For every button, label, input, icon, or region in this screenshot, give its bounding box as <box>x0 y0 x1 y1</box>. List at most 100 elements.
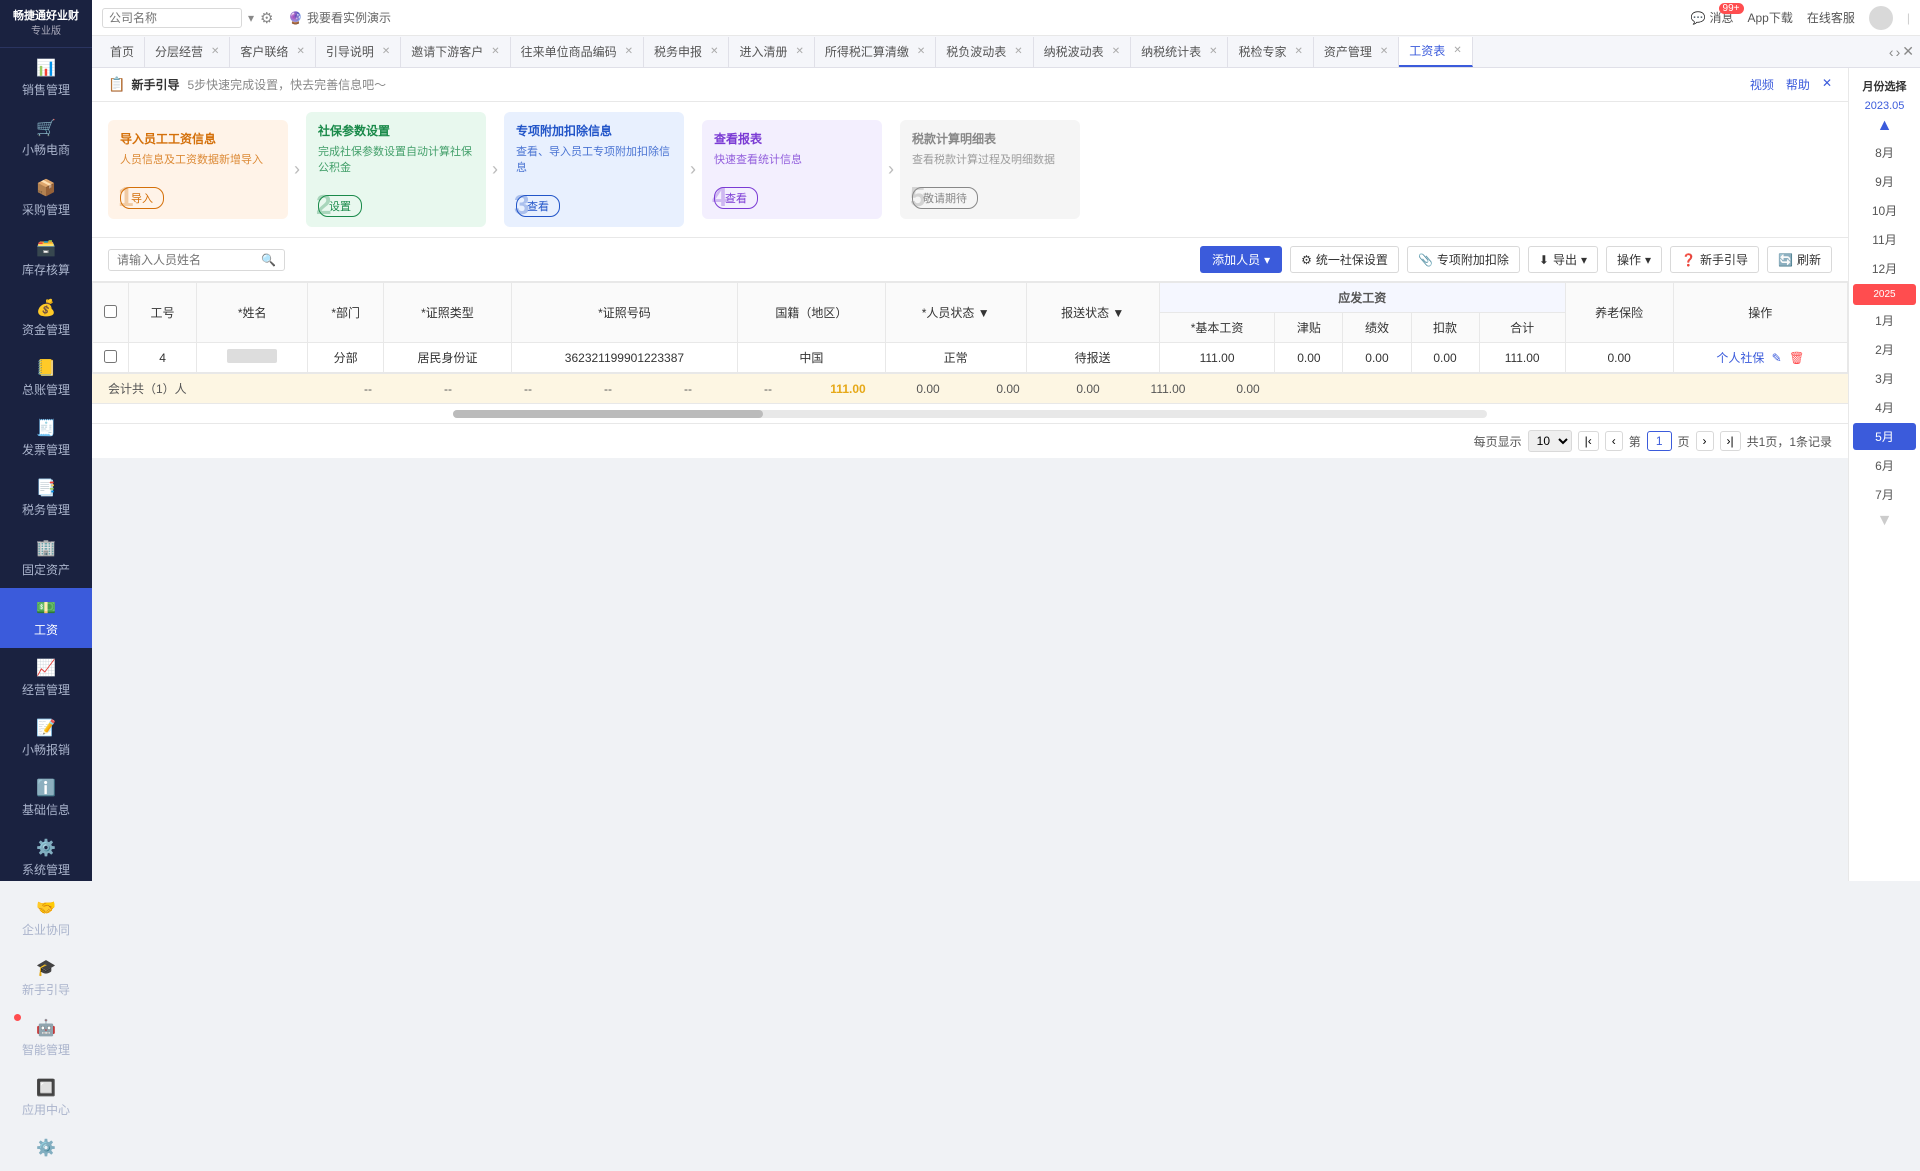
close-tab-asset-mgmt[interactable]: ✕ <box>1380 46 1388 57</box>
operate-button[interactable]: 操作 ▾ <box>1606 246 1662 273</box>
tab-prev-arrow[interactable]: ‹ <box>1889 44 1894 60</box>
special-deduction-button[interactable]: 📎 专项附加扣除 <box>1407 246 1520 273</box>
tab-income-tax[interactable]: 所得税汇算清缴 ✕ <box>815 37 936 67</box>
next-page-btn[interactable]: › <box>1696 431 1714 451</box>
online-service-link[interactable]: 在线客服 <box>1807 9 1855 26</box>
refresh-button[interactable]: 🔄 刷新 <box>1767 246 1832 273</box>
close-tab-contact[interactable]: ✕ <box>296 46 304 57</box>
close-tab-invite[interactable]: ✕ <box>491 46 499 57</box>
settings-gear-icon[interactable]: ⚙ <box>260 9 273 27</box>
month-item-3[interactable]: 3月 <box>1853 365 1917 392</box>
prev-page-btn[interactable]: ‹ <box>1605 431 1623 451</box>
tab-guide[interactable]: 引导说明 ✕ <box>316 37 401 67</box>
sidebar-item-finance[interactable]: 💰 资金管理 <box>0 288 92 348</box>
ops-edit-icon[interactable]: ✎ <box>1772 351 1782 365</box>
search-input[interactable] <box>117 253 257 267</box>
sidebar-item-operations[interactable]: 📈 经营管理 <box>0 648 92 708</box>
sidebar-item-payroll[interactable]: 💵 工资 <box>0 588 92 648</box>
month-item-2[interactable]: 2月 <box>1853 336 1917 363</box>
sidebar-item-invoice[interactable]: 🧾 发票管理 <box>0 408 92 468</box>
sidebar-item-basic-info[interactable]: ℹ️ 基础信息 <box>0 768 92 828</box>
sidebar-item-inventory[interactable]: 🗃️ 库存核算 <box>0 228 92 288</box>
unified-settings-button[interactable]: ⚙ 统一社保设置 <box>1290 246 1399 273</box>
sidebar-item-ecommerce[interactable]: 🛒 小畅电商 <box>0 108 92 168</box>
tab-tax-fluctuation[interactable]: 税负波动表 ✕ <box>936 37 1033 67</box>
close-tab-product-code[interactable]: ✕ <box>625 46 633 57</box>
ops-delete-icon[interactable]: 🗑 <box>1789 351 1804 365</box>
search-icon[interactable]: 🔍 <box>261 253 276 267</box>
close-tab-clearing[interactable]: ✕ <box>795 46 803 57</box>
month-item-10[interactable]: 10月 <box>1853 197 1917 224</box>
sidebar-item-purchase[interactable]: 📦 采购管理 <box>0 168 92 228</box>
user-avatar[interactable] <box>1869 6 1893 30</box>
close-tab-tax-stats[interactable]: ✕ <box>1209 46 1217 57</box>
guide-close-icon[interactable]: ✕ <box>1822 76 1832 93</box>
sidebar-item-newbie[interactable]: 🎓 新手引导 <box>0 948 92 1008</box>
person-status-filter-icon[interactable]: ▼ <box>978 306 990 320</box>
sidebar-item-system[interactable]: ⚙️ 系统管理 <box>0 828 92 888</box>
company-input[interactable] <box>102 8 242 28</box>
last-page-btn[interactable]: ›| <box>1720 431 1741 451</box>
close-tab-guide[interactable]: ✕ <box>382 46 390 57</box>
tab-tax-report[interactable]: 税务申报 ✕ <box>644 37 729 67</box>
month-panel-year[interactable]: 2023.05 <box>1859 98 1911 114</box>
tab-next-arrow[interactable]: › <box>1896 44 1901 60</box>
month-item-6[interactable]: 6月 <box>1853 452 1917 479</box>
close-tab-tax-expert[interactable]: ✕ <box>1295 46 1303 57</box>
month-item-8[interactable]: 8月 <box>1853 139 1917 166</box>
step-1: 导入员工工资信息 人员信息及工资数据新增导入 导入 1 <box>108 120 288 219</box>
tab-clearing[interactable]: 进入清册 ✕ <box>729 37 814 67</box>
report-status-filter-icon[interactable]: ▼ <box>1112 306 1124 320</box>
sidebar-item-ledger[interactable]: 📒 总账管理 <box>0 348 92 408</box>
month-item-11[interactable]: 11月 <box>1853 226 1917 253</box>
select-all-checkbox[interactable] <box>104 305 117 318</box>
add-person-button[interactable]: 添加人员 ▾ <box>1200 246 1282 273</box>
close-tab-payroll[interactable]: ✕ <box>1453 45 1461 56</box>
close-tab-layered[interactable]: ✕ <box>211 46 219 57</box>
guide-video-link[interactable]: 视频 <box>1750 76 1774 93</box>
tab-asset-mgmt[interactable]: 资产管理 ✕ <box>1314 37 1399 67</box>
guide-help-link[interactable]: 帮助 <box>1786 76 1810 93</box>
sidebar-item-collab[interactable]: 🤝 企业协同 <box>0 888 92 948</box>
month-item-5[interactable]: 5月 <box>1853 423 1917 450</box>
close-tab-tax-fluctuation[interactable]: ✕ <box>1014 46 1022 57</box>
page-size-select[interactable]: 10 20 50 <box>1528 430 1572 452</box>
month-item-1[interactable]: 1月 <box>1853 307 1917 334</box>
tab-close-all[interactable]: ✕ <box>1902 43 1914 60</box>
tab-tax-expert[interactable]: 税检专家 ✕ <box>1228 37 1313 67</box>
ops-personal-social-btn[interactable]: 个人社保 <box>1716 351 1764 365</box>
row-checkbox-cell[interactable] <box>93 343 129 373</box>
sidebar-item-expense[interactable]: 📝 小畅报销 <box>0 708 92 768</box>
month-panel-up-arrow[interactable]: ▲ <box>1874 114 1896 138</box>
row-checkbox[interactable] <box>104 350 117 363</box>
month-item-9[interactable]: 9月 <box>1853 168 1917 195</box>
app-download-link[interactable]: App下载 <box>1748 9 1793 26</box>
month-item-4[interactable]: 4月 <box>1853 394 1917 421</box>
tab-invite[interactable]: 邀请下游客户 ✕ <box>401 37 510 67</box>
message-button[interactable]: 💬 消息 99+ <box>1691 9 1734 26</box>
company-dropdown-icon[interactable]: ▾ <box>248 11 254 25</box>
close-tab-tax-dynamic[interactable]: ✕ <box>1112 46 1120 57</box>
tab-product-code[interactable]: 往来单位商品编码 ✕ <box>511 37 644 67</box>
sidebar-item-appcenter[interactable]: 🔲 应用中心 <box>0 1068 92 1128</box>
tab-layered[interactable]: 分层经营 ✕ <box>145 37 230 67</box>
month-item-12[interactable]: 12月 <box>1853 255 1917 282</box>
tab-payroll[interactable]: 工资表 ✕ <box>1399 37 1472 67</box>
month-panel-down-arrow[interactable]: ▼ <box>1874 509 1896 533</box>
first-page-btn[interactable]: |‹ <box>1578 431 1599 451</box>
sidebar-item-ai[interactable]: 🤖 智能管理 <box>0 1008 92 1068</box>
export-button[interactable]: ⬇ 导出 ▾ <box>1528 246 1598 273</box>
tab-home[interactable]: 首页 <box>100 37 145 67</box>
close-tab-tax-report[interactable]: ✕ <box>710 46 718 57</box>
month-item-7[interactable]: 7月 <box>1853 481 1917 508</box>
sidebar-item-assets[interactable]: 🏢 固定资产 <box>0 528 92 588</box>
tab-tax-dynamic[interactable]: 纳税波动表 ✕ <box>1034 37 1131 67</box>
tab-tax-stats[interactable]: 纳税统计表 ✕ <box>1131 37 1228 67</box>
demo-link[interactable]: 🔮 我要看实例演示 <box>288 9 391 26</box>
sidebar-item-sales[interactable]: 📊 销售管理 <box>0 48 92 108</box>
close-tab-income-tax[interactable]: ✕ <box>917 46 925 57</box>
sidebar-item-settings[interactable]: ⚙️ <box>0 1128 92 1171</box>
tab-contact[interactable]: 客户联络 ✕ <box>230 37 315 67</box>
newguide-button[interactable]: ❓ 新手引导 <box>1670 246 1759 273</box>
sidebar-item-tax[interactable]: 📑 税务管理 <box>0 468 92 528</box>
